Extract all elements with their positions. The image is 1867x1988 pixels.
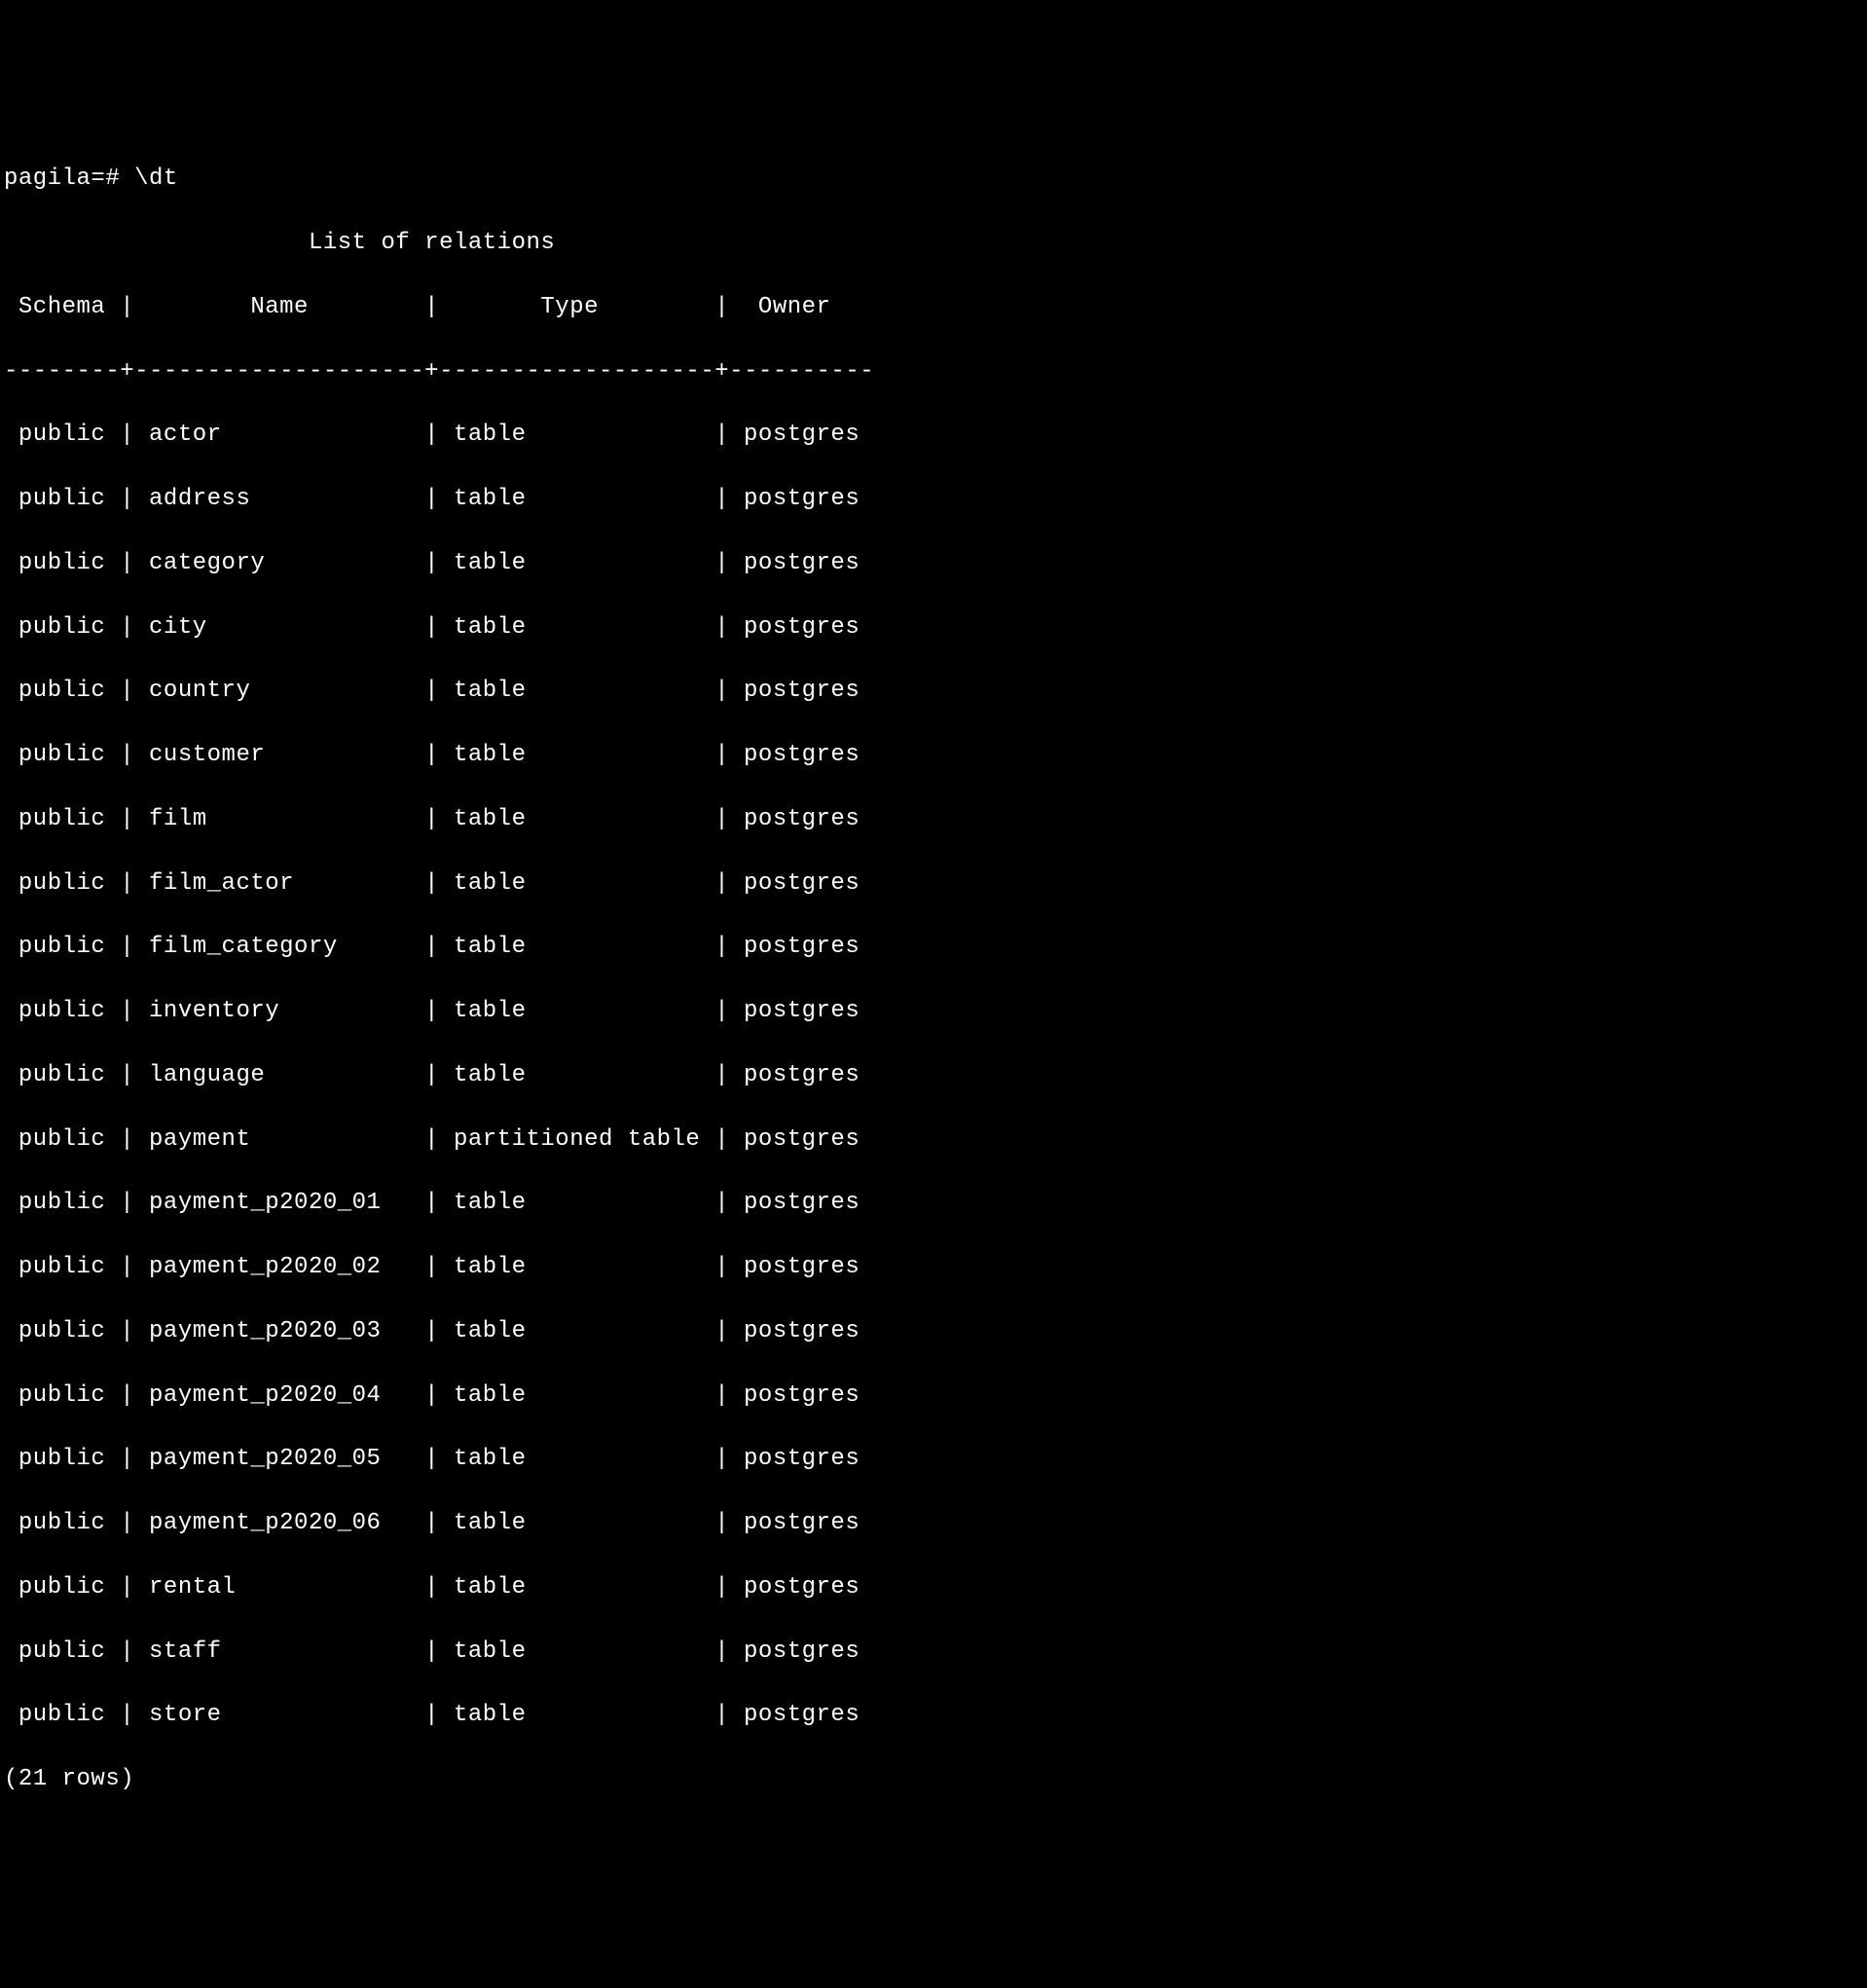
table-row: public | film_actor | table | postgres [4,868,1867,901]
terminal-output: pagila=# \dt List of relations Schema | … [4,132,1867,1828]
table-row: public | inventory | table | postgres [4,996,1867,1028]
table-row: public | rental | table | postgres [4,1572,1867,1604]
row-count: (21 rows) [4,1764,1867,1796]
table-row: public | language | table | postgres [4,1060,1867,1092]
table-row: public | film | table | postgres [4,804,1867,836]
table-row: public | payment_p2020_02 | table | post… [4,1252,1867,1284]
table-row: public | address | table | postgres [4,484,1867,516]
output-title: List of relations [4,228,1867,260]
table-row: public | actor | table | postgres [4,420,1867,452]
table-divider: --------+--------------------+----------… [4,356,1867,388]
table-headers: Schema | Name | Type | Owner [4,292,1867,324]
table-row: public | payment_p2020_03 | table | post… [4,1316,1867,1348]
table-row: public | payment | partitioned table | p… [4,1124,1867,1157]
table-row: public | payment_p2020_01 | table | post… [4,1188,1867,1220]
table-row: public | payment_p2020_05 | table | post… [4,1444,1867,1476]
table-row: public | category | table | postgres [4,548,1867,580]
table-row: public | film_category | table | postgre… [4,932,1867,964]
table-row: public | payment_p2020_06 | table | post… [4,1508,1867,1540]
table-row: public | customer | table | postgres [4,740,1867,772]
table-row: public | staff | table | postgres [4,1637,1867,1669]
table-row: public | store | table | postgres [4,1700,1867,1732]
table-row: public | country | table | postgres [4,676,1867,708]
table-row: public | payment_p2020_04 | table | post… [4,1381,1867,1413]
psql-prompt[interactable]: pagila=# \dt [4,164,1867,196]
table-row: public | city | table | postgres [4,612,1867,644]
